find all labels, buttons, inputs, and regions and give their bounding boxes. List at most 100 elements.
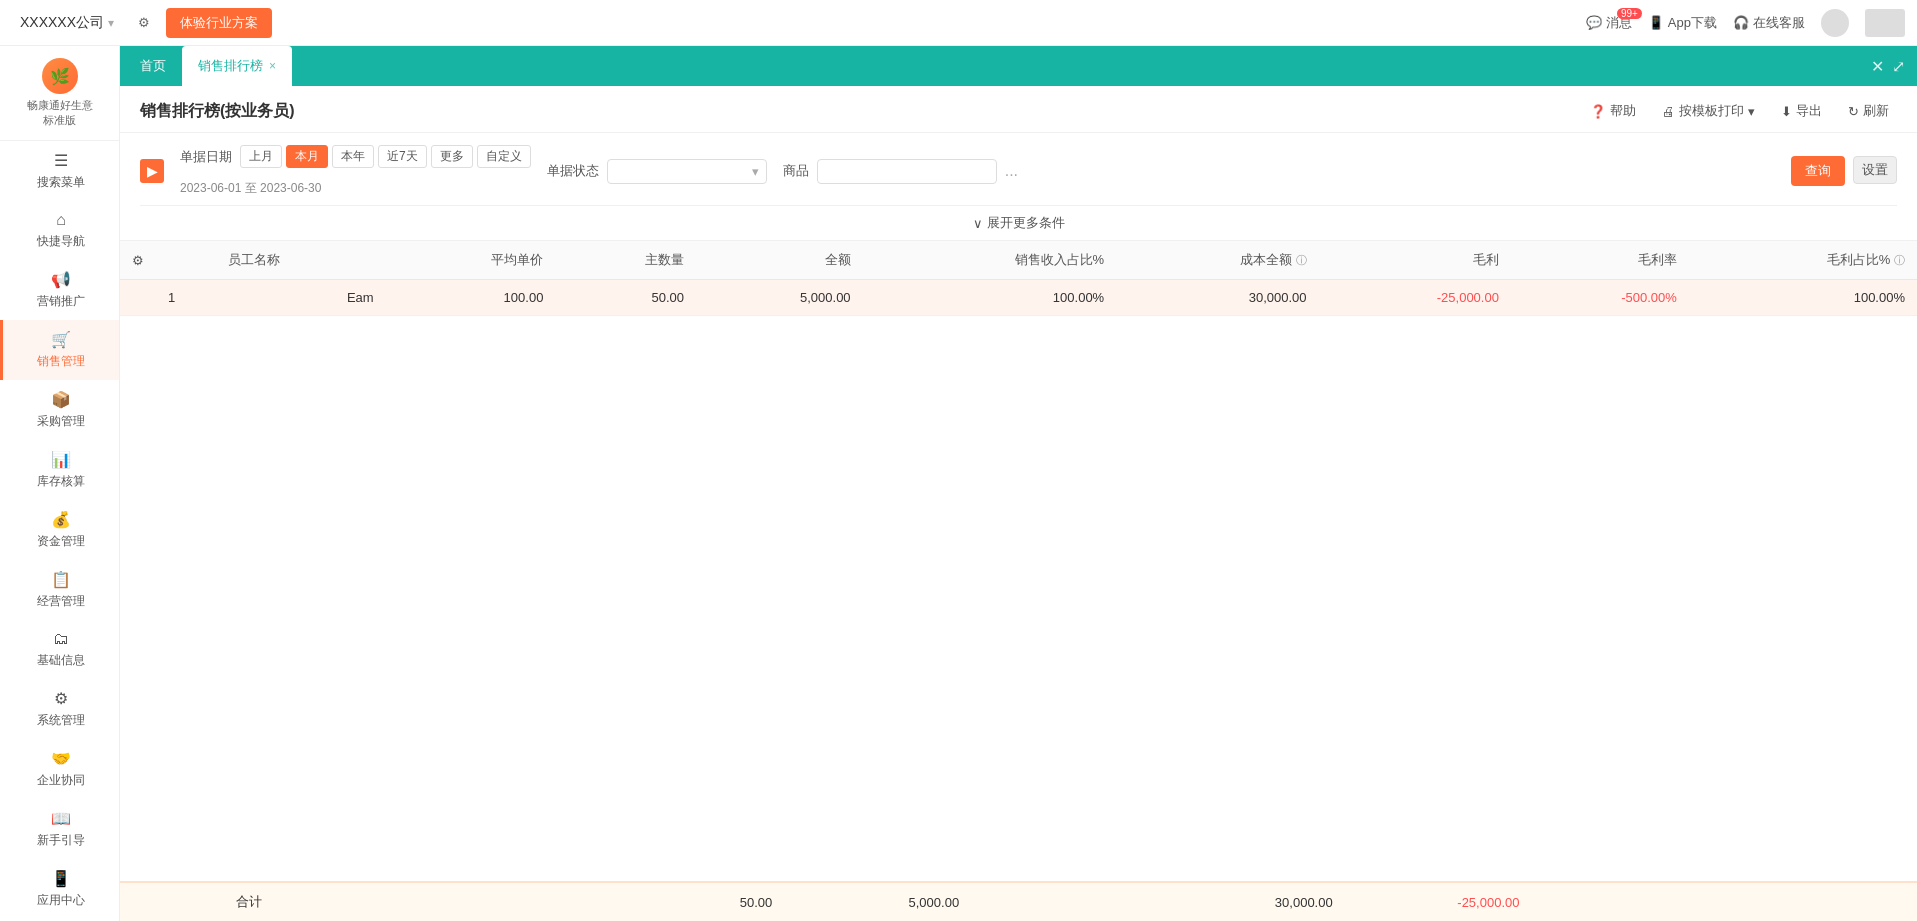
operations-icon: 📋 bbox=[51, 570, 71, 589]
sidebar-item-marketing[interactable]: 📢 营销推广 bbox=[0, 260, 119, 320]
tab-sales-ranking[interactable]: 销售排行榜 × bbox=[182, 46, 292, 86]
date-btn-custom[interactable]: 自定义 bbox=[477, 145, 531, 168]
sales-icon: 🛒 bbox=[51, 330, 71, 349]
cell-gross-rate: -500.00% bbox=[1511, 280, 1689, 316]
window-close-icon[interactable]: ✕ bbox=[1871, 57, 1884, 76]
goods-filter: 商品 ... bbox=[783, 159, 1018, 184]
top-right-actions: 💬 消息 99+ 📱 App下载 🎧 在线客服 bbox=[1586, 9, 1905, 37]
sidebar-logo: 🌿 畅康通好生意 标准版 bbox=[0, 46, 119, 141]
footer-cost: 30,000.00 bbox=[1158, 895, 1345, 910]
settings-button[interactable]: 设置 bbox=[1853, 156, 1897, 184]
content-area: 首页 销售排行榜 × ✕ ⤢ 销售排行榜(按业务员) ❓ 帮助 bbox=[120, 46, 1917, 921]
sidebar-item-sales[interactable]: 🛒 销售管理 bbox=[0, 320, 119, 380]
guide-icon: 📖 bbox=[51, 809, 71, 828]
online-service-btn[interactable]: 🎧 在线客服 bbox=[1733, 14, 1805, 32]
help-button[interactable]: ❓ 帮助 bbox=[1582, 98, 1644, 124]
cell-gross-pct: 100.00% bbox=[1689, 280, 1917, 316]
footer-row: 合计 50.00 5,000.00 30,000.00 -25,000.00 bbox=[120, 883, 1917, 921]
print-chevron-icon: ▾ bbox=[1748, 104, 1755, 119]
col-name: 员工名称 bbox=[216, 241, 386, 280]
expand-conditions-btn[interactable]: ∨ 展开更多条件 bbox=[140, 205, 1897, 232]
sidebar-item-search[interactable]: ☰ 搜索菜单 bbox=[0, 141, 119, 201]
query-button[interactable]: 查询 bbox=[1791, 156, 1845, 186]
footer-qty: 50.00 bbox=[598, 895, 785, 910]
col-gross-pct: 毛利占比% ⓘ bbox=[1689, 241, 1917, 280]
sidebar-item-basics[interactable]: 🗂 基础信息 bbox=[0, 620, 119, 679]
table-footer: 合计 50.00 5,000.00 30,000.00 -25,000.00 bbox=[120, 881, 1917, 921]
filter-area: ▶ 单据日期 上月 本月 本年 近7天 更多 自定义 bbox=[120, 133, 1917, 241]
online-service-label: 在线客服 bbox=[1753, 14, 1805, 32]
sidebar-item-cooperation[interactable]: 🤝 企业协同 bbox=[0, 739, 119, 799]
sidebar: 🌿 畅康通好生意 标准版 ☰ 搜索菜单 ⌂ 快捷导航 📢 营销推广 🛒 销售管理… bbox=[0, 46, 120, 921]
refresh-button[interactable]: ↻ 刷新 bbox=[1840, 98, 1897, 124]
date-range-display: 2023-06-01 至 2023-06-30 bbox=[180, 180, 321, 197]
logo-icon: 🌿 bbox=[42, 58, 78, 94]
status-filter-label: 单据状态 bbox=[547, 162, 599, 180]
date-filter: 单据日期 上月 本月 本年 近7天 更多 自定义 2023-06-01 至 20… bbox=[180, 145, 531, 197]
sidebar-item-label: 采购管理 bbox=[37, 413, 85, 430]
cell-cost: 30,000.00 bbox=[1116, 280, 1318, 316]
col-settings[interactable]: ⚙ bbox=[120, 241, 156, 280]
goods-input[interactable] bbox=[817, 159, 997, 184]
cell-settings bbox=[120, 280, 156, 316]
purchase-icon: 📦 bbox=[51, 390, 71, 409]
sidebar-item-guide[interactable]: 📖 新手引导 bbox=[0, 799, 119, 859]
table-row: 1 Eam 100.00 50.00 5,000.00 100.00% 30,0… bbox=[120, 280, 1917, 316]
footer-label: 合计 bbox=[224, 893, 411, 911]
tab-home[interactable]: 首页 bbox=[124, 46, 182, 86]
col-rank bbox=[156, 241, 216, 280]
sidebar-item-apps[interactable]: 📱 应用中心 bbox=[0, 859, 119, 919]
status-select[interactable] bbox=[607, 159, 767, 184]
avatar[interactable] bbox=[1821, 9, 1849, 37]
app-download-btn[interactable]: 📱 App下载 bbox=[1648, 14, 1717, 32]
cell-gross: -25,000.00 bbox=[1319, 280, 1511, 316]
date-btn-this-year[interactable]: 本年 bbox=[332, 145, 374, 168]
system-icon: ⚙ bbox=[54, 689, 68, 708]
refresh-icon: ↻ bbox=[1848, 104, 1859, 119]
page-title: 销售排行榜(按业务员) bbox=[140, 101, 295, 122]
page-content: 销售排行榜(按业务员) ❓ 帮助 🖨 按模板打印 ▾ ⬇ 导出 bbox=[120, 86, 1917, 921]
finance-icon: 💰 bbox=[51, 510, 71, 529]
sidebar-item-label: 系统管理 bbox=[37, 712, 85, 729]
company-selector[interactable]: XXXXXX公司 ▾ bbox=[12, 10, 122, 36]
filter-row: ▶ 单据日期 上月 本月 本年 近7天 更多 自定义 bbox=[140, 145, 1897, 197]
chevron-down-icon: ▾ bbox=[108, 16, 114, 30]
sidebar-item-label: 新手引导 bbox=[37, 832, 85, 849]
sidebar-item-label: 快捷导航 bbox=[37, 233, 85, 250]
help-icon: ❓ bbox=[1590, 104, 1606, 119]
app-download-label: App下载 bbox=[1668, 14, 1717, 32]
date-btn-more[interactable]: 更多 bbox=[431, 145, 473, 168]
date-filter-label: 单据日期 bbox=[180, 148, 232, 166]
message-btn[interactable]: 💬 消息 99+ bbox=[1586, 14, 1632, 32]
app-icon: 📱 bbox=[1648, 15, 1664, 30]
sidebar-item-label: 营销推广 bbox=[37, 293, 85, 310]
sidebar-item-operations[interactable]: 📋 经营管理 bbox=[0, 560, 119, 620]
tab-home-label: 首页 bbox=[140, 57, 166, 75]
sidebar-item-label: 基础信息 bbox=[37, 652, 85, 669]
sidebar-item-system[interactable]: ⚙ 系统管理 bbox=[0, 679, 119, 739]
col-amount: 全额 bbox=[696, 241, 863, 280]
sidebar-item-purchase[interactable]: 📦 采购管理 bbox=[0, 380, 119, 440]
settings-icon-btn[interactable]: ⚙ bbox=[130, 9, 158, 37]
filter-toggle-btn[interactable]: ▶ bbox=[140, 159, 164, 183]
date-btn-last-month[interactable]: 上月 bbox=[240, 145, 282, 168]
export-button[interactable]: ⬇ 导出 bbox=[1773, 98, 1830, 124]
date-btn-this-month[interactable]: 本月 bbox=[286, 145, 328, 168]
sidebar-item-finance[interactable]: 💰 资金管理 bbox=[0, 500, 119, 560]
expand-chevron-icon: ∨ bbox=[973, 216, 983, 231]
col-gross-rate: 毛利率 bbox=[1511, 241, 1689, 280]
status-select-wrapper bbox=[607, 159, 767, 184]
export-icon: ⬇ bbox=[1781, 104, 1792, 119]
data-table: ⚙ 员工名称 平均单价 主数量 全额 销售收入占比% 成本全额 ⓘ 毛利 毛利率… bbox=[120, 241, 1917, 316]
sidebar-item-inventory[interactable]: 📊 库存核算 bbox=[0, 440, 119, 500]
window-expand-icon[interactable]: ⤢ bbox=[1892, 57, 1905, 76]
sidebar-item-shortcuts[interactable]: ⌂ 快捷导航 bbox=[0, 201, 119, 260]
sidebar-item-label: 应用中心 bbox=[37, 892, 85, 909]
trial-button[interactable]: 体验行业方案 bbox=[166, 8, 272, 38]
sidebar-item-label: 搜索菜单 bbox=[37, 174, 85, 191]
goods-more-icon[interactable]: ... bbox=[1005, 162, 1018, 180]
sidebar-item-label: 企业协同 bbox=[37, 772, 85, 789]
date-btn-7days[interactable]: 近7天 bbox=[378, 145, 427, 168]
print-button[interactable]: 🖨 按模板打印 ▾ bbox=[1654, 98, 1763, 124]
tab-close-icon[interactable]: × bbox=[269, 59, 276, 73]
